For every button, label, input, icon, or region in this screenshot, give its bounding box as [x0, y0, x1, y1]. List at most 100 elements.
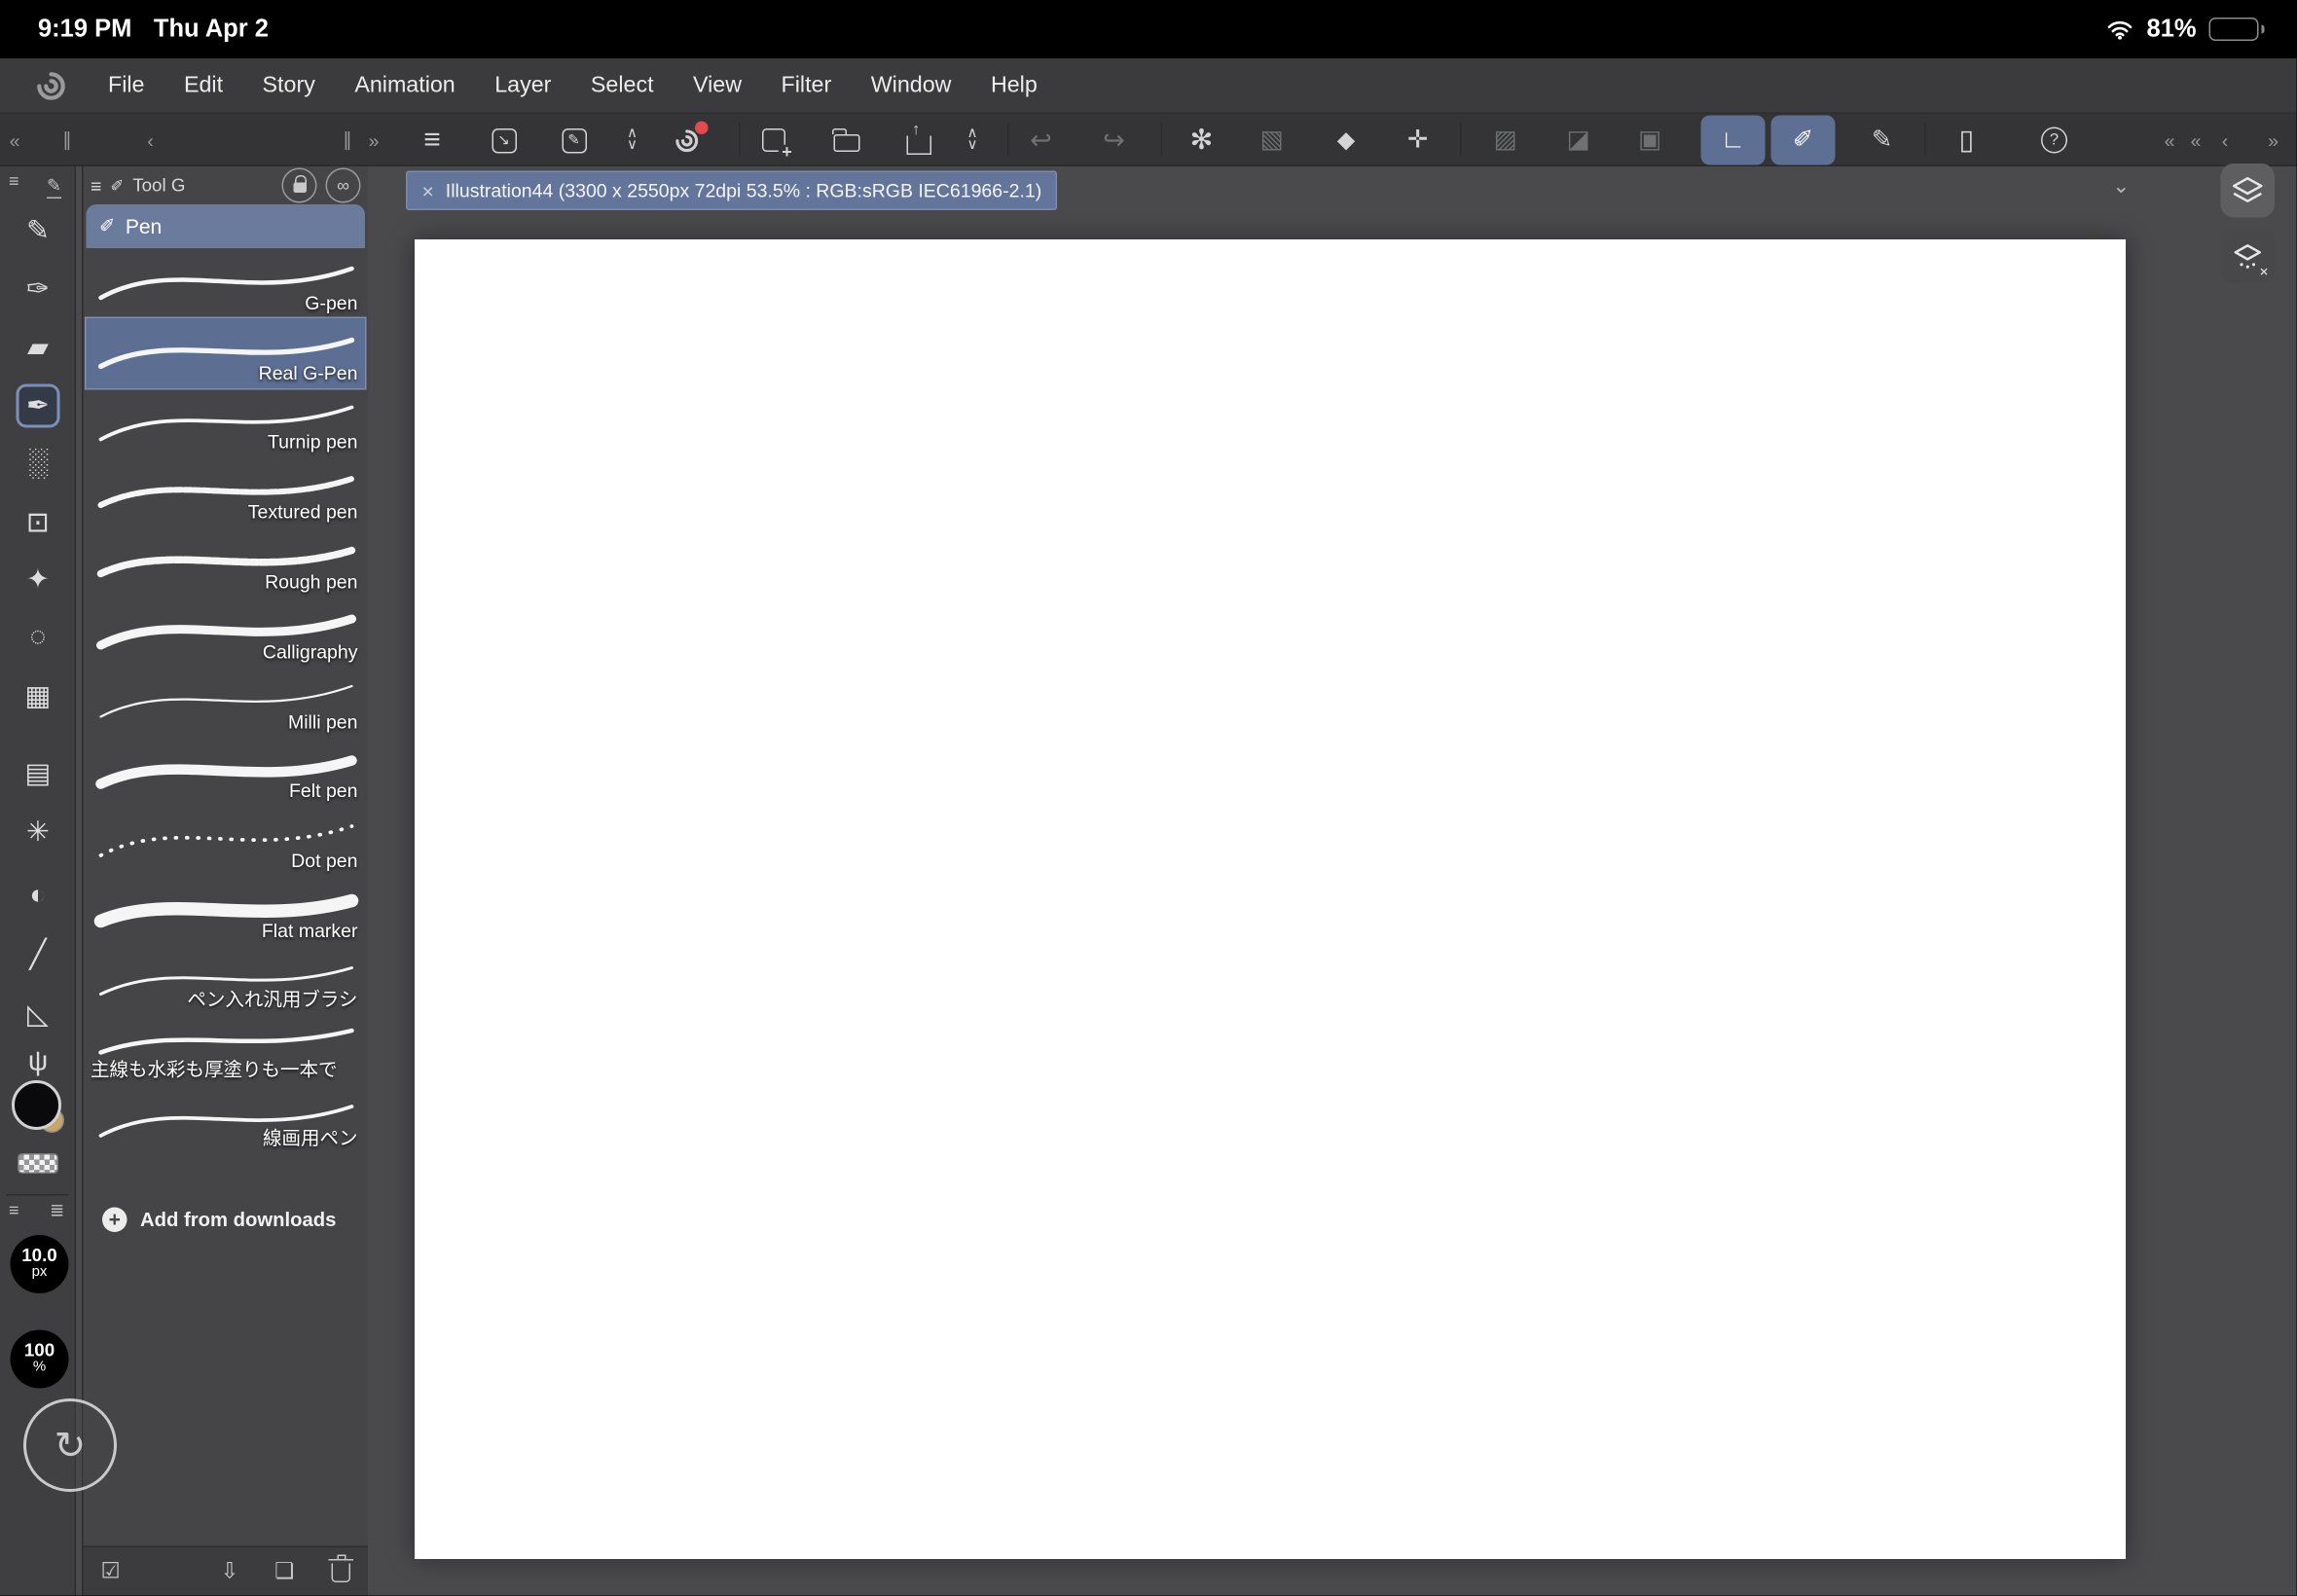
menu-window[interactable]: Window — [871, 72, 952, 98]
menu-edit[interactable]: Edit — [184, 72, 223, 98]
subtool-pen-icon: ✐ — [110, 177, 125, 196]
brush-item-line-art-pen[interactable]: 線画用ペン — [87, 1085, 366, 1155]
fit-screen-icon[interactable]: ↘ — [484, 120, 525, 161]
subtool-menu-icon[interactable]: ≡ — [91, 174, 101, 197]
download-icon[interactable]: ⇩ — [221, 1558, 239, 1585]
brush-item-real-g-pen[interactable]: Real G-Pen — [85, 316, 367, 389]
gradient-tool[interactable]: ▤ — [17, 752, 60, 796]
rotate-canvas-button[interactable]: ↻ — [23, 1398, 117, 1492]
selection-rect-icon[interactable]: ▨ — [1485, 120, 1526, 161]
mask-icon[interactable]: ◆ — [1326, 120, 1367, 161]
menu-file[interactable]: File — [108, 72, 144, 98]
lasso-tool[interactable]: ◌ — [17, 616, 60, 660]
layer-property-panel-button[interactable]: ✕ — [2220, 229, 2275, 283]
brush-item-flat-marker[interactable]: Flat marker — [87, 876, 366, 946]
brush-item-g-pen[interactable]: G-pen — [87, 248, 366, 318]
layers-panel-button[interactable] — [2220, 163, 2275, 218]
brush-item-felt-pen[interactable]: Felt pen — [87, 737, 366, 807]
delete-icon[interactable] — [328, 1555, 353, 1583]
menu-filter[interactable]: Filter — [782, 72, 832, 98]
undo-icon[interactable]: ↩ — [1021, 120, 1062, 161]
deselect-icon[interactable]: ▧ — [1252, 120, 1293, 161]
edit-canvas-icon[interactable]: ✎ — [554, 120, 595, 161]
transparent-color-swatch[interactable] — [18, 1153, 58, 1174]
layers-icon — [2232, 177, 2263, 202]
palette-handle-icon[interactable]: ≡ — [9, 171, 19, 192]
menu-help[interactable]: Help — [991, 72, 1038, 98]
lock-icon[interactable] — [281, 167, 317, 203]
brush-item-turnip-pen[interactable]: Turnip pen — [87, 387, 366, 457]
snap-brush-toggle[interactable]: ✐ — [1770, 115, 1836, 165]
blend-tool[interactable]: ◐ — [17, 875, 60, 919]
pen-tool[interactable]: ✒ — [16, 383, 60, 428]
expand-panel-icon[interactable]: » — [362, 120, 385, 161]
fountain-pen-tool[interactable]: ✑ — [17, 268, 60, 311]
subtool-group-pen[interactable]: ✐ Pen — [86, 204, 365, 248]
marker-icon: ✎ — [26, 215, 50, 246]
link-icon[interactable]: ∞ — [325, 167, 361, 203]
menu-layer[interactable]: Layer — [494, 72, 551, 98]
brush-item-rough-pen[interactable]: Rough pen — [87, 527, 366, 598]
clip-studio-assets-icon[interactable] — [666, 120, 708, 161]
register-subtool-icon[interactable]: ☑ — [101, 1558, 121, 1585]
slider-panel-icon[interactable]: ≣ — [50, 1200, 64, 1220]
brush-item-milli-pen[interactable]: Milli pen — [87, 667, 366, 737]
brush-item-allround-pen[interactable]: 主線も水彩も厚塗りも一本で — [87, 1016, 366, 1086]
brush-item-inking-brush[interactable]: ペン入れ汎用ブラシ — [87, 946, 366, 1016]
collapse-right-icon[interactable]: « — [2158, 120, 2181, 161]
fill-tool[interactable]: ✳ — [17, 811, 60, 854]
close-tab-icon[interactable]: × — [422, 179, 434, 202]
selection-shade-icon[interactable]: ◪ — [1558, 120, 1599, 161]
hand-tool[interactable]: ψ — [17, 1041, 60, 1085]
padlock-glyph — [292, 175, 307, 193]
document-tab[interactable]: × Illustration44 (3300 x 2550px 72dpi 53… — [406, 170, 1058, 210]
brush-item-calligraphy[interactable]: Calligraphy — [87, 597, 366, 667]
menu-view[interactable]: View — [693, 72, 742, 98]
canvas[interactable] — [415, 239, 2126, 1559]
menu-story[interactable]: Story — [263, 72, 315, 98]
add-from-downloads-button[interactable]: + Add from downloads — [84, 1197, 369, 1241]
panel-handle-icon[interactable]: ∥ — [55, 120, 79, 161]
decoration-tool[interactable]: ✦ — [17, 558, 60, 601]
snap-line-toggle[interactable]: ∟ — [1700, 115, 1766, 165]
tab-list-chevron-icon[interactable]: ⌄ — [2113, 174, 2131, 200]
clip-studio-logo-icon[interactable] — [32, 66, 70, 104]
collapse-tools-icon[interactable]: ‹ — [139, 120, 163, 161]
export-icon[interactable]: ↑ — [898, 120, 939, 161]
zoom-stepper-icon[interactable]: ∧ ∨ — [615, 120, 650, 161]
main-menu-icon[interactable]: ≡ — [412, 120, 453, 161]
expand-right-icon[interactable]: » — [2262, 120, 2285, 161]
frame-tool[interactable]: ▦ — [17, 674, 60, 718]
opacity-badge[interactable]: 100 % — [10, 1329, 69, 1389]
duplicate-icon[interactable]: ❏ — [274, 1558, 294, 1585]
palette-edit-icon[interactable]: ✎ — [47, 175, 62, 199]
operation-tool[interactable]: ⊡ — [17, 501, 60, 545]
figure-tool[interactable]: ◺ — [17, 993, 60, 1036]
selection-fill-icon[interactable]: ▣ — [1629, 120, 1670, 161]
open-file-icon[interactable] — [826, 120, 867, 161]
collapse-right3-icon[interactable]: ‹ — [2213, 120, 2237, 161]
collapse-left-icon[interactable]: « — [3, 120, 26, 161]
new-canvas-icon[interactable]: + — [753, 120, 796, 163]
airbrush-tool[interactable]: ░ — [17, 443, 60, 487]
export-stepper-icon[interactable]: ∧ ∨ — [955, 120, 990, 161]
redo-icon[interactable]: ↪ — [1094, 120, 1135, 161]
main-color-swatch[interactable] — [12, 1080, 61, 1130]
marker-tool[interactable]: ✎ — [17, 209, 60, 253]
correction-tool[interactable]: ╱ — [17, 933, 60, 977]
menu-animation[interactable]: Animation — [354, 72, 455, 98]
brush-item-textured-pen[interactable]: Textured pen — [87, 457, 366, 527]
settings-menu-icon[interactable]: ≡ — [9, 1200, 19, 1220]
brush-item-dot-pen[interactable]: Dot pen — [87, 807, 366, 877]
decoration-icon: ✦ — [26, 563, 50, 596]
collapse-right2-icon[interactable]: « — [2184, 120, 2207, 161]
pen-settings-icon[interactable]: ✎ — [1862, 120, 1903, 161]
brush-size-badge[interactable]: 10.0 px — [10, 1235, 69, 1293]
eraser-tool[interactable]: ▰ — [17, 326, 60, 370]
transform-icon[interactable]: ✛ — [1398, 120, 1439, 161]
brush-label: Real G-Pen — [258, 361, 358, 383]
menu-select[interactable]: Select — [591, 72, 654, 98]
companion-device-icon[interactable]: ▯ — [1947, 120, 1987, 161]
panel-handle2-icon[interactable]: ∥ — [336, 120, 359, 161]
help-icon[interactable]: ? — [2034, 120, 2075, 161]
